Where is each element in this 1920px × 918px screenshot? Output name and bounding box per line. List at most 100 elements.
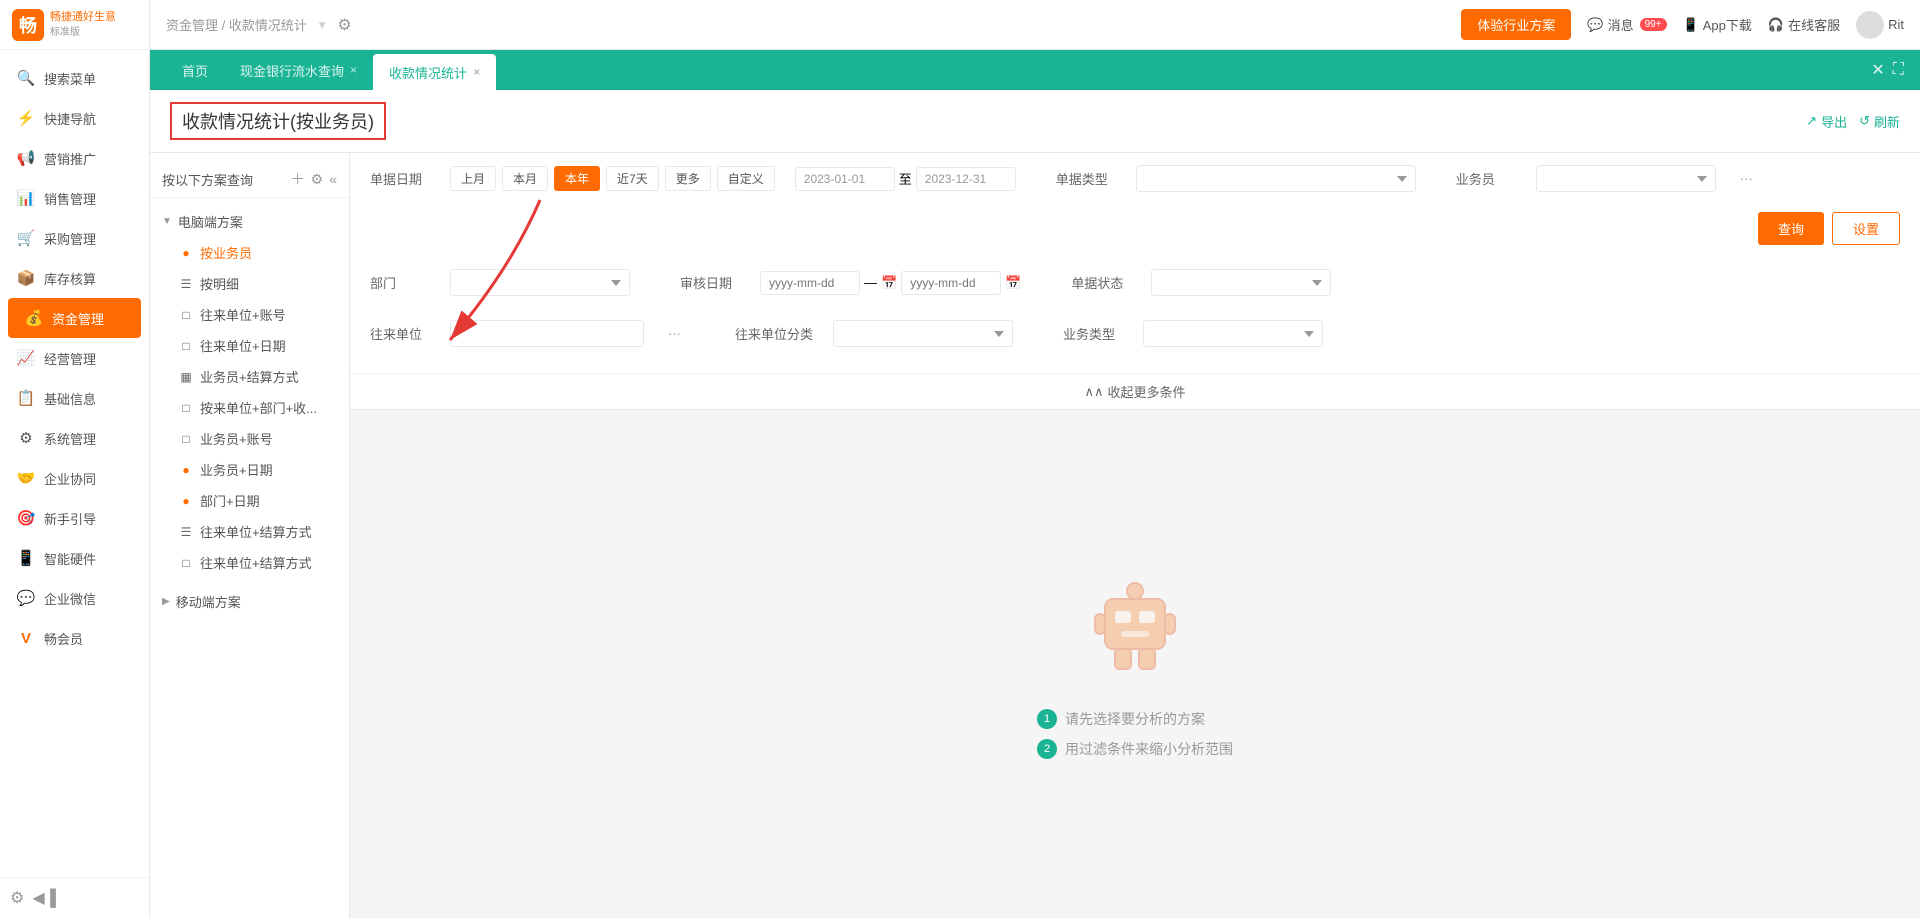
sidebar-item-operations[interactable]: 📈 经营管理 (0, 338, 149, 378)
sidebar-item-search[interactable]: 🔍 搜索菜单 (0, 58, 149, 98)
audit-date-calendar-icon2[interactable]: 📅 (1005, 275, 1021, 291)
scheme-item-counterparty-date[interactable]: □ 往来单位+日期 (150, 330, 349, 361)
scheme-item-label: 往来单位+结算方式 (200, 553, 312, 572)
settings-gear-icon[interactable]: ⚙ (10, 888, 24, 908)
scheme-settings-btn[interactable]: ⚙ (311, 169, 324, 189)
biz-type-select[interactable] (1143, 320, 1323, 347)
scheme-item-by-salesperson[interactable]: ● 按业务员 (150, 237, 349, 268)
scheme-item-salesperson-date[interactable]: ● 业务员+日期 (150, 454, 349, 485)
collapse-up-icon: ∧∧ (1084, 384, 1103, 400)
sidebar-item-finance[interactable]: 💰 资金管理 (8, 298, 141, 338)
date-btn-7days[interactable]: 近7天 (606, 166, 659, 191)
empty-state: 1 请先选择要分析的方案 2 用过滤条件来缩小分析范围 (350, 410, 1920, 918)
salesperson-more-icon[interactable]: ··· (1740, 171, 1753, 186)
tab-bank-flow-label: 现金银行流水查询 (240, 61, 344, 80)
scheme-group-mobile-header[interactable]: ▶ 移动端方案 (150, 586, 349, 617)
right-content: 单据日期 上月 本月 本年 近7天 更多 自定义 至 (350, 153, 1920, 918)
scheme-sp-settlement-icon: ▦ (178, 369, 194, 385)
tab-bank-flow-close[interactable]: × (350, 63, 357, 77)
scheme-item-by-detail[interactable]: ☰ 按明细 (150, 268, 349, 299)
left-panel-actions: ＋ ⚙ « (291, 169, 337, 189)
scheme-item-label: 按业务员 (200, 243, 252, 262)
scheme-item-dept-date[interactable]: ● 部门+日期 (150, 485, 349, 516)
salesperson-select[interactable] (1536, 165, 1716, 192)
sidebar-item-label: 畅会员 (44, 629, 83, 648)
audit-date-calendar-icon1[interactable]: 📅 (881, 275, 897, 291)
sidebar-item-basic[interactable]: 📋 基础信息 (0, 378, 149, 418)
scheme-item-salesperson-account[interactable]: □ 业务员+账号 (150, 423, 349, 454)
sidebar-item-label: 系统管理 (44, 429, 96, 448)
audit-date-to-input[interactable] (901, 271, 1001, 295)
dept-select[interactable] (450, 269, 630, 296)
date-btn-last-month[interactable]: 上月 (450, 166, 496, 191)
sidebar-item-purchase[interactable]: 🛒 采购管理 (0, 218, 149, 258)
add-scheme-btn[interactable]: ＋ (291, 169, 305, 189)
user-item[interactable]: Rit (1856, 11, 1904, 39)
date-to-input[interactable] (916, 167, 1016, 191)
sidebar-item-guide[interactable]: 🎯 新手引导 (0, 498, 149, 538)
counterparty-input[interactable] (450, 320, 644, 347)
enterprise-icon: 🤝 (16, 468, 36, 488)
inventory-icon: 📦 (16, 268, 36, 288)
trial-btn[interactable]: 体验行业方案 (1461, 9, 1571, 40)
sidebar-item-marketing[interactable]: 📢 营销推广 (0, 138, 149, 178)
doc-status-select[interactable] (1151, 269, 1331, 296)
messages-item[interactable]: 💬 消息 99+ (1587, 15, 1666, 34)
sidebar-item-enterprise[interactable]: 🤝 企业协同 (0, 458, 149, 498)
date-label: 单据日期 (370, 169, 430, 188)
counterparty-cat-select[interactable] (833, 320, 1013, 347)
refresh-btn[interactable]: ↺ 刷新 (1859, 112, 1900, 131)
topbar-gear-icon[interactable]: ⚙ (337, 15, 351, 35)
empty-step-2: 2 用过滤条件来缩小分析范围 (1037, 739, 1233, 759)
date-btn-this-year[interactable]: 本年 (554, 166, 600, 191)
settings-btn[interactable]: 设置 (1832, 212, 1900, 245)
scheme-item-counterparty-settlement[interactable]: ☰ 往来单位+结算方式 (150, 516, 349, 547)
scheme-item-counterparty-account[interactable]: □ 往来单位+账号 (150, 299, 349, 330)
date-from-input[interactable] (795, 167, 895, 191)
scheme-item-by-counterparty-dept[interactable]: □ 按来单位+部门+收... (150, 392, 349, 423)
tab-close-window-btn[interactable]: ✕ (1871, 60, 1884, 80)
quicknav-icon: ⚡ (16, 108, 36, 128)
tab-receipt-stats-label: 收款情况统计 (389, 63, 467, 82)
tab-home[interactable]: 首页 (166, 50, 224, 90)
sidebar-item-quicknav[interactable]: ⚡ 快捷导航 (0, 98, 149, 138)
collapse-btn[interactable]: ∧∧ 收起更多条件 (350, 373, 1920, 409)
left-panel-header: 按以下方案查询 ＋ ⚙ « (150, 161, 349, 198)
query-btn[interactable]: 查询 (1758, 212, 1824, 245)
page-header: 收款情况统计(按业务员) ↗ 导出 ↺ 刷新 (150, 90, 1920, 153)
scheme-item-salesperson-settlement[interactable]: ▦ 业务员+结算方式 (150, 361, 349, 392)
sidebar-item-sales[interactable]: 📊 销售管理 (0, 178, 149, 218)
date-btn-more[interactable]: 更多 (665, 166, 711, 191)
scheme-group-mobile: ▶ 移动端方案 (150, 582, 349, 621)
doc-type-select[interactable] (1136, 165, 1416, 192)
scheme-item-counterparty-settlement2[interactable]: □ 往来单位+结算方式 (150, 547, 349, 578)
step-1-num: 1 (1037, 709, 1057, 729)
tab-maximize-btn[interactable]: ⛶ (1893, 60, 1904, 80)
sidebar-item-smart-hw[interactable]: 📱 智能硬件 (0, 538, 149, 578)
app-download-item[interactable]: 📱 App下载 (1683, 15, 1752, 34)
collapse-sidebar-icon[interactable]: ◀▐ (32, 888, 56, 908)
tab-receipt-stats[interactable]: 收款情况统计 × (373, 54, 496, 90)
tab-bank-flow[interactable]: 现金银行流水查询 × (224, 50, 373, 90)
date-btn-this-month[interactable]: 本月 (502, 166, 548, 191)
date-btn-custom[interactable]: 自定义 (717, 166, 775, 191)
sidebar-item-wechat[interactable]: 💬 企业微信 (0, 578, 149, 618)
wechat-icon: 💬 (16, 588, 36, 608)
expand-arrow-icon: ▼ (162, 216, 172, 227)
doc-type-label: 单据类型 (1056, 169, 1116, 188)
sidebar-item-inventory[interactable]: 📦 库存核算 (0, 258, 149, 298)
sidebar-item-member[interactable]: V 畅会员 (0, 618, 149, 658)
tab-receipt-stats-close[interactable]: × (473, 65, 480, 79)
audit-date-from-input[interactable] (760, 271, 860, 295)
filter-panel: 单据日期 上月 本月 本年 近7天 更多 自定义 至 (350, 153, 1920, 410)
empty-steps: 1 请先选择要分析的方案 2 用过滤条件来缩小分析范围 (1037, 709, 1233, 759)
counterparty-more-icon[interactable]: ··· (668, 326, 681, 341)
sidebar-item-system[interactable]: ⚙ 系统管理 (0, 418, 149, 458)
online-service-item[interactable]: 🎧 在线客服 (1768, 15, 1840, 34)
sales-icon: 📊 (16, 188, 36, 208)
scheme-group-desktop-label: 电脑端方案 (178, 212, 243, 231)
export-btn[interactable]: ↗ 导出 (1806, 112, 1847, 131)
scheme-item-label: 业务员+日期 (200, 460, 273, 479)
collapse-panel-btn[interactable]: « (329, 169, 337, 189)
scheme-group-desktop-header[interactable]: ▼ 电脑端方案 (150, 206, 349, 237)
